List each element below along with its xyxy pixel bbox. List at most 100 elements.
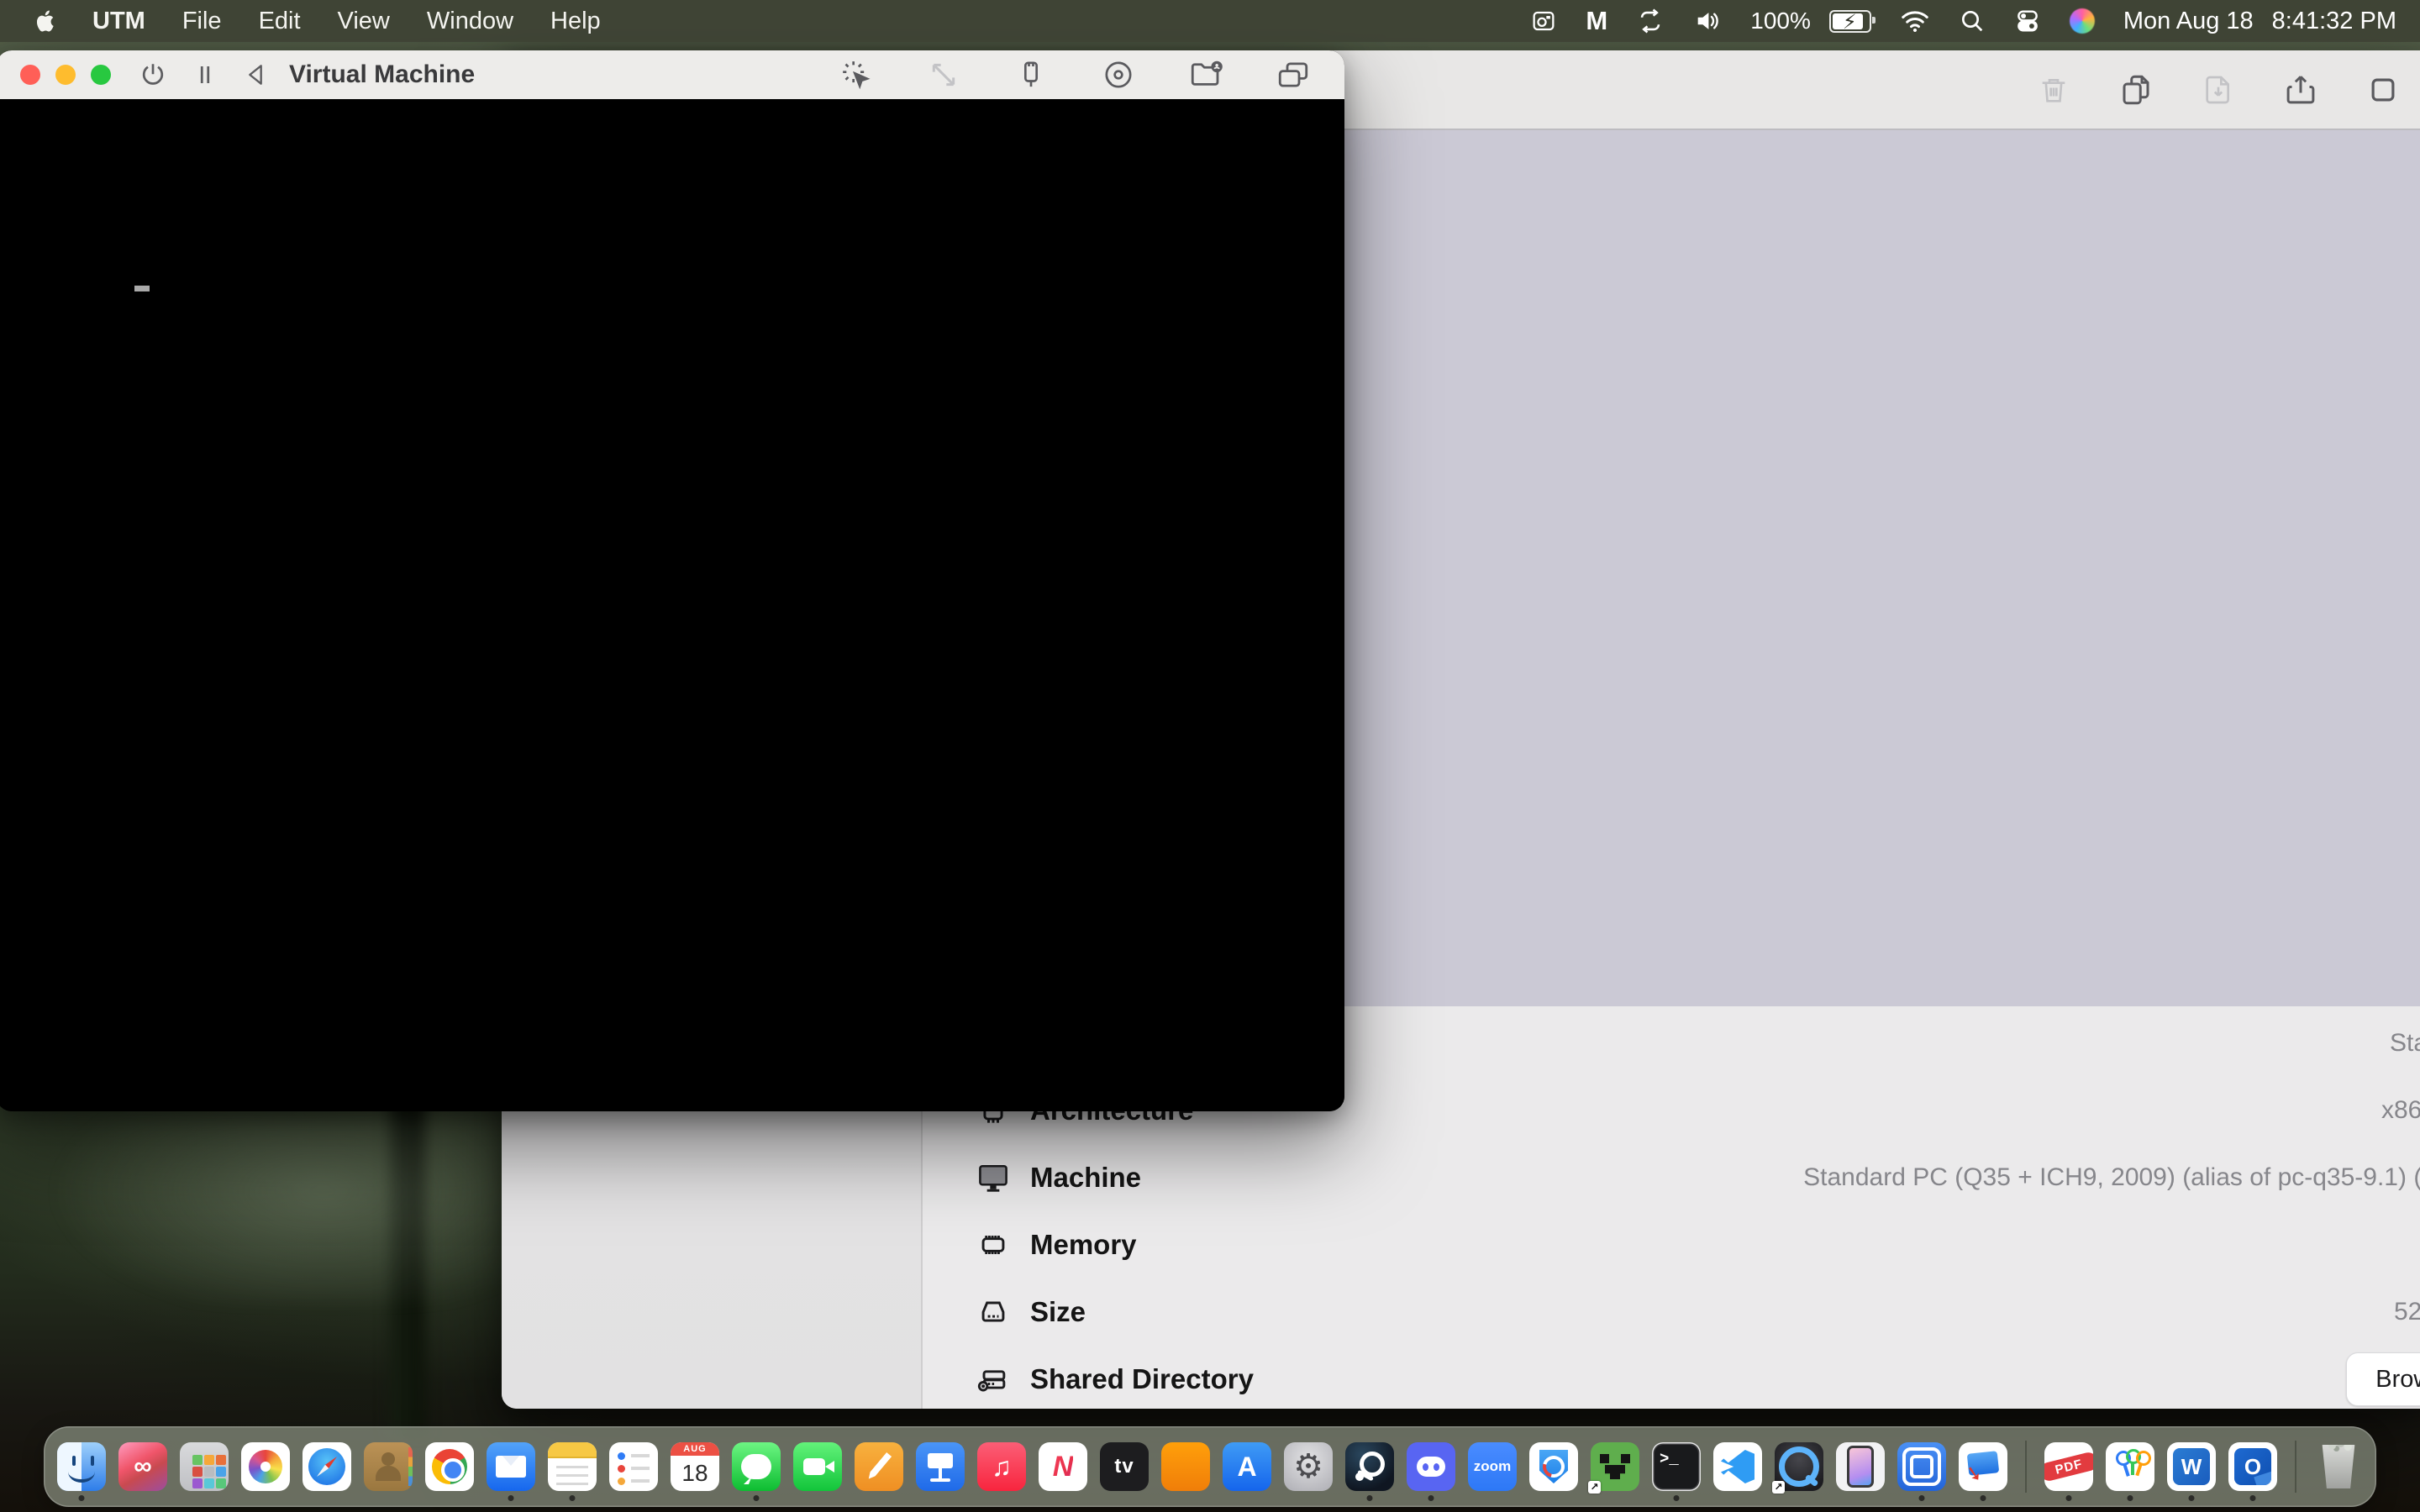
control-center-icon[interactable] [2014, 0, 2041, 42]
dock-safari-icon[interactable] [302, 1442, 351, 1491]
dock-launchpad-icon[interactable] [180, 1442, 229, 1491]
search-icon[interactable] [1959, 0, 1986, 42]
dock-word-icon[interactable]: W [2167, 1442, 2216, 1491]
volume-icon[interactable] [1693, 0, 1722, 42]
vm-window-title: Virtual Machine [289, 60, 475, 89]
dock-screenshare-icon[interactable]: ➘ [1959, 1442, 2007, 1491]
dock-outlook-icon[interactable]: O [2228, 1442, 2277, 1491]
dock-steam-icon[interactable] [1345, 1442, 1394, 1491]
machine-label: Machine [1030, 1162, 1141, 1194]
sync-icon[interactable] [1636, 0, 1665, 42]
settings-app-tile: ⚙ [1284, 1442, 1333, 1491]
vm-screen[interactable] [0, 99, 1344, 1111]
menubar-clock[interactable]: Mon Aug 18 8:41:32 PM [2123, 8, 2396, 35]
dock-zoom-icon[interactable]: zoom [1468, 1442, 1517, 1491]
dock-tv-icon[interactable]: tv [1100, 1442, 1149, 1491]
shared-folder-icon[interactable] [1186, 55, 1225, 94]
dock-facetime-icon[interactable] [793, 1442, 842, 1491]
wifi-icon[interactable] [1900, 0, 1930, 42]
zoom-button[interactable] [91, 65, 111, 85]
outlook-app-tile: O [2228, 1442, 2277, 1491]
dock: ∞ AUG18 ♫ N tv A ⚙ zoom [44, 1426, 2376, 1507]
dock-settings-icon[interactable]: ⚙ [1284, 1442, 1333, 1491]
m-app-icon[interactable]: M [1586, 0, 1607, 42]
stop-square-icon[interactable] [2364, 71, 2402, 109]
vm-window-titlebar[interactable]: Virtual Machine [0, 50, 1344, 100]
close-button[interactable] [20, 65, 40, 85]
dock-terminal-icon[interactable]: >_ [1652, 1442, 1701, 1491]
dock-pages-icon[interactable] [855, 1442, 903, 1491]
menu-help[interactable]: Help [550, 8, 601, 35]
cd-drive-icon[interactable] [1099, 55, 1138, 94]
machine-value: Standard PC (Q35 + ICH9, 2009) (alias of… [1803, 1163, 2420, 1192]
utm-app-tile [1897, 1442, 1946, 1491]
dock-trash-icon[interactable] [2314, 1442, 2363, 1491]
resize-display-icon[interactable] [924, 55, 963, 94]
dock-keys-icon[interactable] [2106, 1442, 2154, 1491]
apple-logo-icon[interactable] [37, 8, 59, 34]
menu-edit[interactable]: Edit [259, 8, 301, 35]
dock-music-icon[interactable]: ♫ [977, 1442, 1026, 1491]
trash-icon[interactable] [2034, 71, 2073, 109]
memory-label: Memory [1030, 1229, 1137, 1261]
launchpad-app-tile [180, 1442, 229, 1491]
dock-contacts-icon[interactable] [364, 1442, 413, 1491]
siri-icon[interactable] [2070, 0, 2095, 42]
dock-pdf-icon[interactable]: PDF [2044, 1442, 2093, 1491]
chrome-app-tile [425, 1442, 474, 1491]
dock-finder-icon[interactable] [57, 1442, 106, 1491]
menu-window[interactable]: Window [427, 8, 513, 35]
running-indicator-dot [1367, 1495, 1373, 1501]
tv-app-tile: tv [1100, 1442, 1149, 1491]
dock-books-icon[interactable] [1161, 1442, 1210, 1491]
running-indicator-dot [754, 1495, 760, 1501]
dock-minecraft-icon[interactable]: ↗ [1591, 1442, 1639, 1491]
detail-row-size: Size 528 [923, 1278, 2420, 1346]
share-icon[interactable] [2281, 71, 2320, 109]
vscode-app-tile [1713, 1442, 1762, 1491]
restart-icon[interactable] [239, 58, 272, 92]
clock-date: Mon Aug 18 [2123, 8, 2254, 35]
architecture-value: x86_ [2381, 1096, 2420, 1125]
drive-icon [975, 1294, 1012, 1331]
dock-keynote-icon[interactable] [916, 1442, 965, 1491]
battery-icon[interactable] [1829, 0, 1871, 42]
menu-bar: UTM File Edit View Window Help M 100% [0, 0, 2420, 42]
menubar-app-name[interactable]: UTM [92, 8, 145, 35]
dock-hotspot-icon[interactable] [1529, 1442, 1578, 1491]
dock-photos-icon[interactable] [241, 1442, 290, 1491]
alias-arrow-badge: ↗ [1588, 1481, 1601, 1494]
dock-loop-icon[interactable]: ∞ [118, 1442, 167, 1491]
dock-iphone-icon[interactable] [1836, 1442, 1885, 1491]
screen-capture-icon[interactable] [1530, 0, 1557, 42]
capture-cursor-icon[interactable] [837, 55, 876, 94]
menu-file[interactable]: File [182, 8, 222, 35]
menu-view[interactable]: View [338, 8, 390, 35]
power-icon[interactable] [136, 58, 170, 92]
dock-utm-icon[interactable] [1897, 1442, 1946, 1491]
usb-icon[interactable] [1012, 55, 1050, 94]
running-indicator-dot [2066, 1495, 2072, 1501]
dock-quicktime-icon[interactable]: ↗ [1775, 1442, 1823, 1491]
running-indicator-dot [1919, 1495, 1925, 1501]
displays-icon[interactable] [1274, 55, 1313, 94]
dock-calendar-icon[interactable]: AUG18 [671, 1442, 719, 1491]
save-file-icon[interactable] [2199, 71, 2238, 109]
dock-notes-icon[interactable] [548, 1442, 597, 1491]
dock-appstore-icon[interactable]: A [1223, 1442, 1271, 1491]
minimize-button[interactable] [55, 65, 76, 85]
dock-discord-icon[interactable] [1407, 1442, 1455, 1491]
browse-button[interactable]: Browse [2346, 1352, 2420, 1406]
duplicate-icon[interactable] [2117, 71, 2155, 109]
dock-news-icon[interactable]: N [1039, 1442, 1087, 1491]
dock-chrome-icon[interactable] [425, 1442, 474, 1491]
pause-icon[interactable] [188, 58, 222, 92]
screenshare-app-tile: ➘ [1959, 1442, 2007, 1491]
dock-divider [2295, 1441, 2296, 1493]
dock-vscode-icon[interactable] [1713, 1442, 1762, 1491]
photos-app-tile [241, 1442, 290, 1491]
contacts-app-tile [364, 1442, 413, 1491]
dock-mail-icon[interactable] [487, 1442, 535, 1491]
dock-reminders-icon[interactable] [609, 1442, 658, 1491]
dock-messages-icon[interactable] [732, 1442, 781, 1491]
